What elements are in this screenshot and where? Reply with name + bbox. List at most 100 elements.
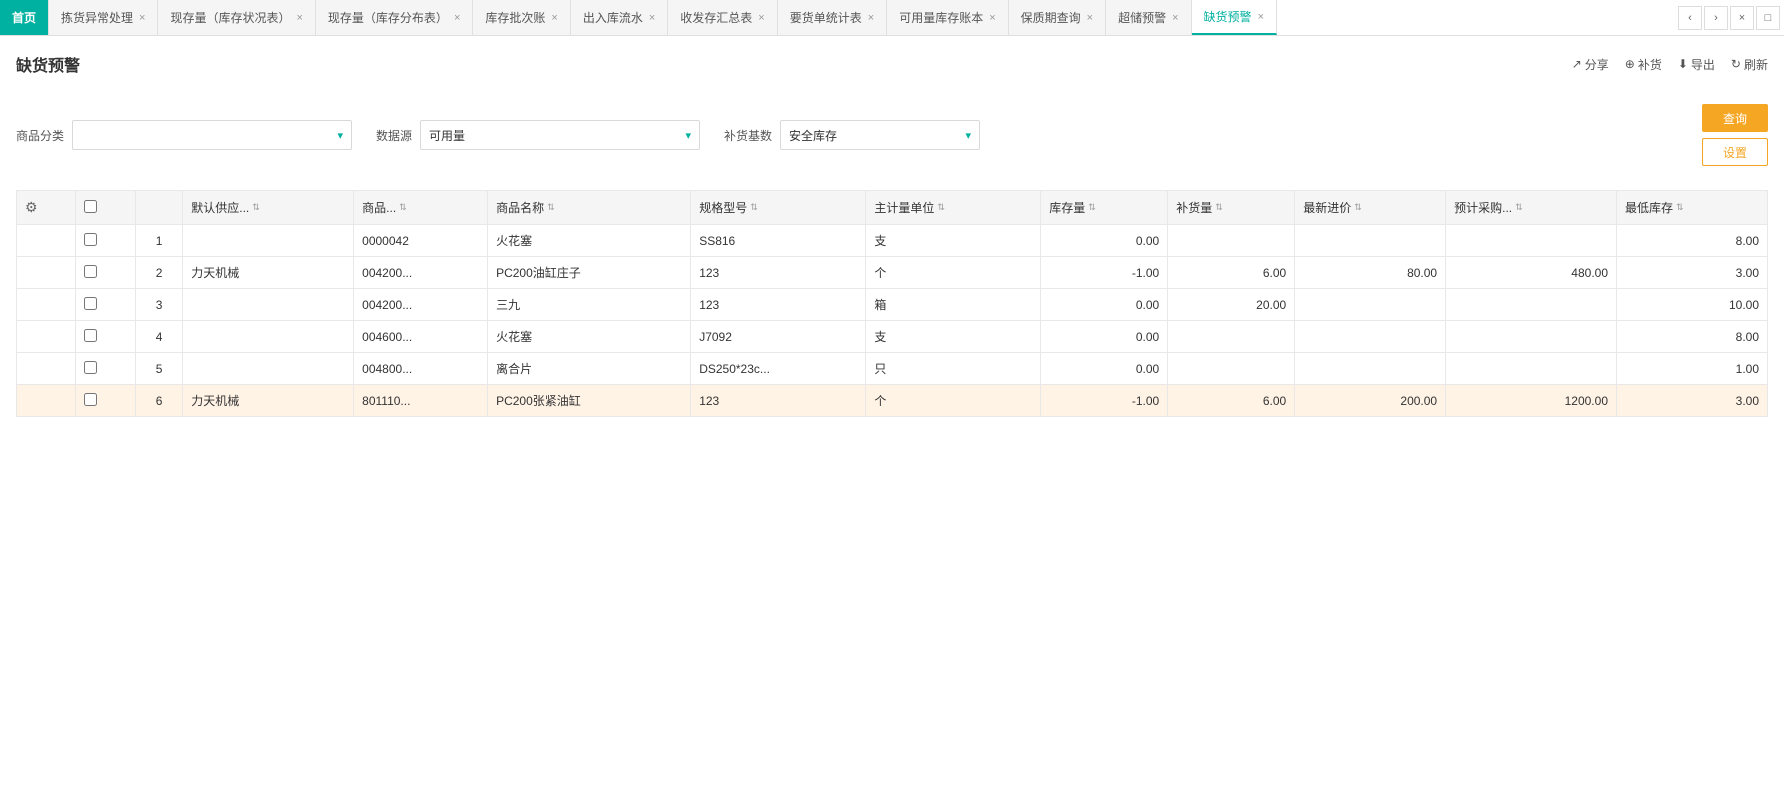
- column-header-name[interactable]: 商品名称 ⇅: [488, 191, 691, 225]
- tab-scroll-left[interactable]: ‹: [1678, 6, 1702, 30]
- datasource-select[interactable]: 可用量 ▾: [420, 120, 700, 150]
- tab-exception-close[interactable]: ×: [139, 12, 145, 24]
- tab-expiry-query-label: 保质期查询: [1021, 9, 1081, 26]
- row-checkbox-cell[interactable]: [76, 225, 136, 257]
- tab-receive-summary-close[interactable]: ×: [758, 12, 764, 24]
- forecast-purchase-sort[interactable]: 预计采购... ⇅: [1454, 199, 1523, 216]
- refresh-icon: ↻: [1731, 57, 1741, 71]
- tab-shortage[interactable]: 缺货预警 ×: [1192, 0, 1277, 35]
- row-unit: 支: [866, 321, 1041, 353]
- tab-shortage-close[interactable]: ×: [1258, 11, 1264, 23]
- stock-sort[interactable]: 库存量 ⇅: [1049, 199, 1096, 216]
- row-checkbox[interactable]: [84, 393, 97, 406]
- table-row: 1 0000042 火花塞 SS816 支 0.00 8.00: [17, 225, 1768, 257]
- tab-receive-summary[interactable]: 收发存汇总表 ×: [668, 0, 777, 35]
- column-header-supplier[interactable]: 默认供应... ⇅: [183, 191, 354, 225]
- tab-inventory-dist-close[interactable]: ×: [454, 12, 460, 24]
- share-button[interactable]: ↗ 分享: [1572, 56, 1609, 73]
- tab-batch-account-label: 库存批次账: [485, 9, 545, 26]
- row-index: 4: [135, 321, 182, 353]
- column-header-latest-price[interactable]: 最新进价 ⇅: [1295, 191, 1446, 225]
- tab-close-window[interactable]: ×: [1730, 6, 1754, 30]
- settings-button[interactable]: 设置: [1702, 138, 1768, 166]
- row-checkbox-cell[interactable]: [76, 289, 136, 321]
- spec-sort[interactable]: 规格型号 ⇅: [699, 199, 758, 216]
- row-checkbox[interactable]: [84, 329, 97, 342]
- row-checkbox[interactable]: [84, 361, 97, 374]
- select-all-checkbox[interactable]: [84, 200, 97, 213]
- tab-inventory-status[interactable]: 现存量（库存状况表） ×: [158, 0, 315, 35]
- category-dropdown-icon: ▾: [337, 129, 343, 142]
- tab-expiry-query[interactable]: 保质期查询 ×: [1009, 0, 1106, 35]
- tab-batch-account-close[interactable]: ×: [551, 12, 557, 24]
- table-body: 1 0000042 火花塞 SS816 支 0.00 8.00 2 力天机械 0…: [17, 225, 1768, 417]
- table-gear-icon[interactable]: ⚙: [25, 199, 38, 215]
- replenish-sort-icon: ⇅: [1215, 202, 1223, 213]
- unit-sort[interactable]: 主计量单位 ⇅: [874, 199, 945, 216]
- row-checkbox-cell[interactable]: [76, 385, 136, 417]
- column-header-checkbox[interactable]: [76, 191, 136, 225]
- row-name: 火花塞: [488, 225, 691, 257]
- column-header-spec[interactable]: 规格型号 ⇅: [691, 191, 866, 225]
- latest-price-sort[interactable]: 最新进价 ⇅: [1303, 199, 1362, 216]
- row-sku: 004200...: [354, 257, 488, 289]
- tab-overstock-close[interactable]: ×: [1172, 12, 1178, 24]
- tab-inout-flow[interactable]: 出入库流水 ×: [571, 0, 668, 35]
- row-checkbox[interactable]: [84, 265, 97, 278]
- column-header-stock[interactable]: 库存量 ⇅: [1041, 191, 1168, 225]
- supplier-sort[interactable]: 默认供应... ⇅: [191, 199, 260, 216]
- filter-area: 商品分类 ▾ 数据源 可用量 ▾ 补货基数 安全库存 ▾ 查询 设置: [16, 92, 1768, 178]
- query-button[interactable]: 查询: [1702, 104, 1768, 132]
- name-sort[interactable]: 商品名称 ⇅: [496, 199, 555, 216]
- tab-home[interactable]: 首页: [0, 0, 49, 35]
- tab-scroll-right[interactable]: ›: [1704, 6, 1728, 30]
- row-checkbox[interactable]: [84, 233, 97, 246]
- row-checkbox-cell[interactable]: [76, 353, 136, 385]
- row-checkbox-cell[interactable]: [76, 257, 136, 289]
- tab-available-ledger-close[interactable]: ×: [989, 12, 995, 24]
- row-checkbox[interactable]: [84, 297, 97, 310]
- replenish-basis-dropdown-icon: ▾: [966, 129, 972, 142]
- column-header-sku[interactable]: 商品... ⇅: [354, 191, 488, 225]
- category-select[interactable]: ▾: [72, 120, 352, 150]
- page-header: 缺货预警 ↗ 分享 ⊕ 补货 ⬇ 导出 ↻ 刷新: [16, 52, 1768, 76]
- column-header-forecast-purchase[interactable]: 预计采购... ⇅: [1446, 191, 1617, 225]
- stock-sort-icon: ⇅: [1088, 202, 1096, 213]
- tab-shortage-label: 缺货预警: [1204, 8, 1252, 25]
- row-name: 三九: [488, 289, 691, 321]
- category-filter-group: 商品分类 ▾: [16, 120, 352, 150]
- tab-available-ledger[interactable]: 可用量库存账本 ×: [887, 0, 1008, 35]
- tab-expiry-query-close[interactable]: ×: [1087, 12, 1093, 24]
- tab-exception[interactable]: 拣货异常处理 ×: [49, 0, 158, 35]
- tab-demand-stat-close[interactable]: ×: [868, 12, 874, 24]
- tab-inventory-status-close[interactable]: ×: [296, 12, 302, 24]
- tab-maximize[interactable]: □: [1756, 6, 1780, 30]
- min-stock-sort[interactable]: 最低库存 ⇅: [1625, 199, 1684, 216]
- tab-inventory-dist[interactable]: 现存量（库存分布表） ×: [316, 0, 473, 35]
- column-header-replenish[interactable]: 补货量 ⇅: [1168, 191, 1295, 225]
- column-header-gear[interactable]: ⚙: [17, 191, 76, 225]
- replenish-col-label: 补货量: [1176, 199, 1212, 216]
- tab-inout-flow-close[interactable]: ×: [649, 12, 655, 24]
- refresh-button[interactable]: ↻ 刷新: [1731, 56, 1768, 73]
- tab-demand-stat[interactable]: 要货单统计表 ×: [778, 0, 887, 35]
- column-header-min-stock[interactable]: 最低库存 ⇅: [1617, 191, 1768, 225]
- row-checkbox-cell[interactable]: [76, 321, 136, 353]
- tab-overstock[interactable]: 超储预警 ×: [1106, 0, 1191, 35]
- row-spec: 123: [691, 289, 866, 321]
- tab-overstock-label: 超储预警: [1118, 9, 1166, 26]
- table-row: 5 004800... 离合片 DS250*23c... 只 0.00 1.00: [17, 353, 1768, 385]
- tab-batch-account[interactable]: 库存批次账 ×: [473, 0, 570, 35]
- row-gear-cell: [17, 289, 76, 321]
- export-button[interactable]: ⬇ 导出: [1678, 56, 1715, 73]
- stock-col-label: 库存量: [1049, 199, 1085, 216]
- column-header-unit[interactable]: 主计量单位 ⇅: [866, 191, 1041, 225]
- table-row: 4 004600... 火花塞 J7092 支 0.00 8.00: [17, 321, 1768, 353]
- sku-sort[interactable]: 商品... ⇅: [362, 199, 407, 216]
- row-min-stock: 3.00: [1617, 385, 1768, 417]
- replenish-button[interactable]: ⊕ 补货: [1625, 56, 1662, 73]
- replenish-basis-select[interactable]: 安全库存 ▾: [780, 120, 980, 150]
- forecast-purchase-sort-icon: ⇅: [1515, 202, 1523, 213]
- row-gear-cell: [17, 321, 76, 353]
- replenish-sort[interactable]: 补货量 ⇅: [1176, 199, 1223, 216]
